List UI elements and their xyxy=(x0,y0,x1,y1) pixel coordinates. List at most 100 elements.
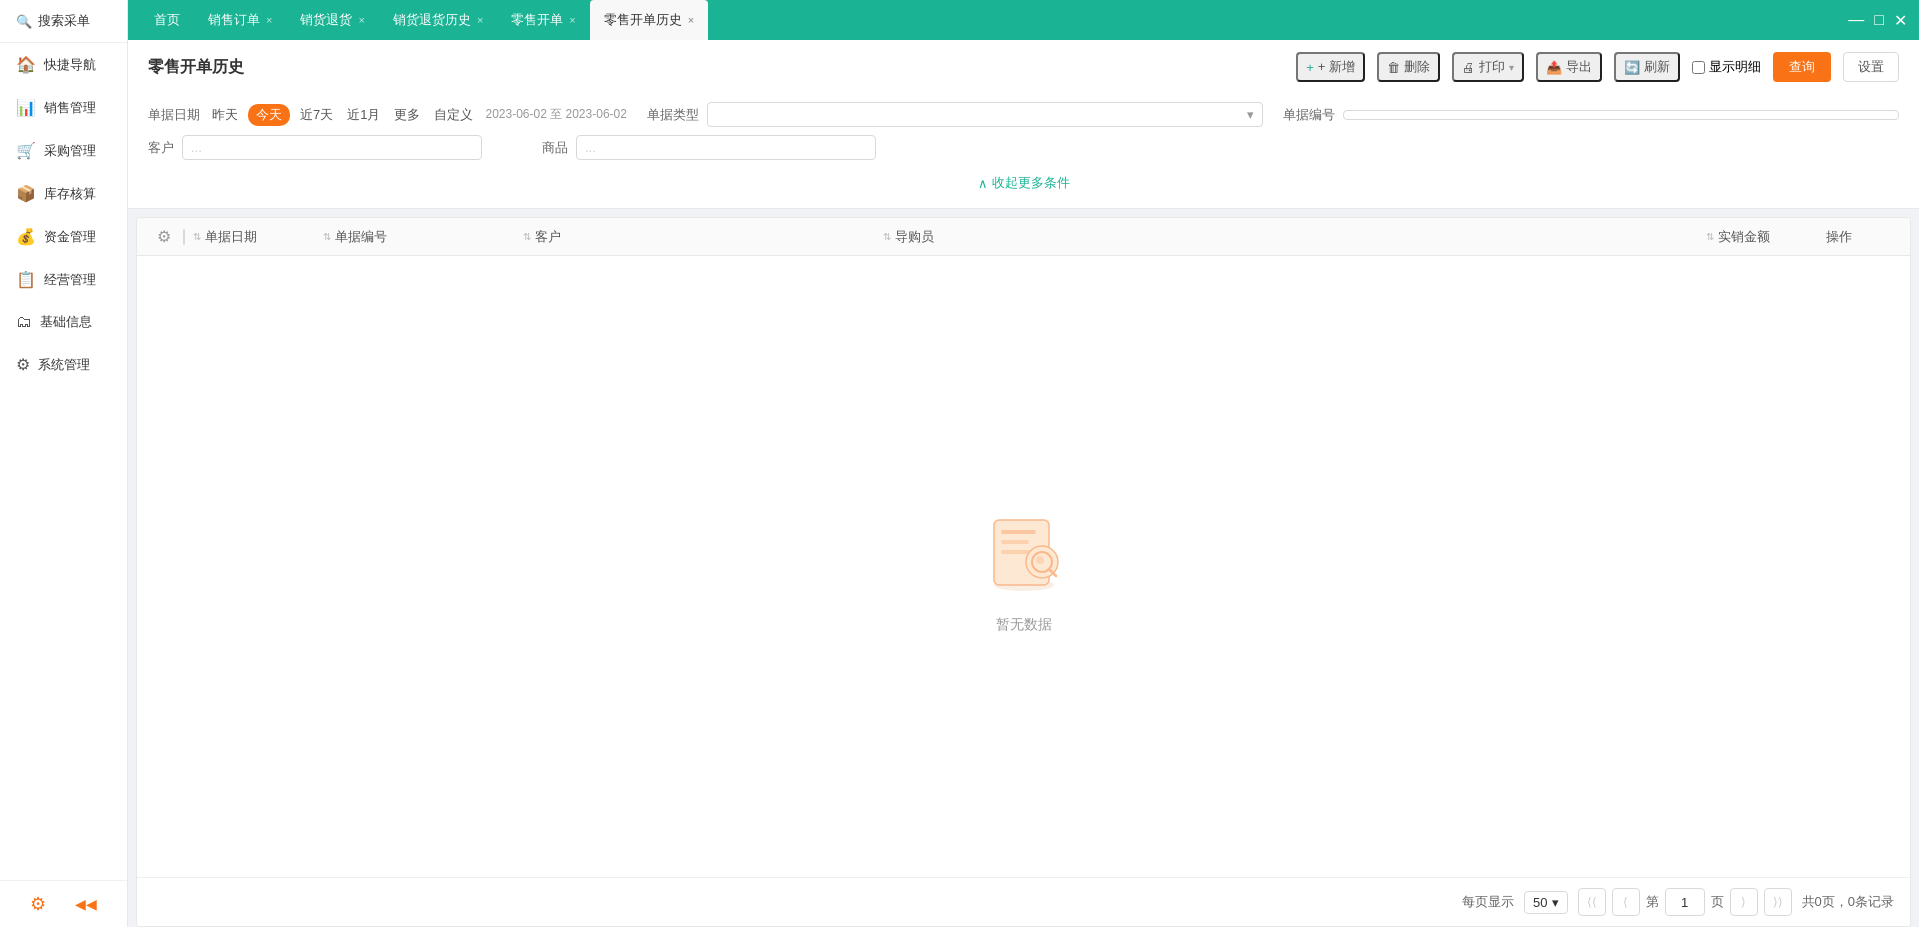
display-detail-label: 显示明细 xyxy=(1709,58,1761,76)
tab-sales-return[interactable]: 销货退货 × xyxy=(286,0,378,40)
tab-sales-return-history[interactable]: 销货退货历史 × xyxy=(379,0,497,40)
number-input[interactable] xyxy=(1343,110,1899,120)
th-number: ⇅ 单据编号 xyxy=(315,228,515,246)
money-icon: 💰 xyxy=(16,227,36,246)
sidebar-item-purchase-mgmt[interactable]: 🛒 采购管理 xyxy=(0,129,127,172)
customer-filter-label: 客户 xyxy=(148,139,174,157)
filter-customer: 客户 ... xyxy=(148,135,482,160)
cart-icon: 🛒 xyxy=(16,141,36,160)
last-page-btn[interactable]: ⟩⟩ xyxy=(1764,888,1792,916)
tab-home[interactable]: 首页 xyxy=(140,0,194,40)
sidebar-item-label: 资金管理 xyxy=(44,228,96,246)
date-today[interactable]: 今天 xyxy=(248,104,290,126)
sort-icon-number[interactable]: ⇅ xyxy=(323,231,331,242)
close-tab-retail-open-history[interactable]: × xyxy=(688,14,694,26)
delete-icon: 🗑 xyxy=(1387,60,1400,75)
sidebar-search[interactable]: 🔍 搜索采单 xyxy=(0,0,127,43)
print-dropdown-icon: ▾ xyxy=(1509,62,1514,73)
chart-icon: 📊 xyxy=(16,98,36,117)
sort-icon-salesperson[interactable]: ⇅ xyxy=(883,231,891,242)
close-tab-sales-return-history[interactable]: × xyxy=(477,14,483,26)
type-filter-label: 单据类型 xyxy=(647,106,699,124)
collapse-up-icon: ∧ xyxy=(978,176,988,191)
per-page-value: 50 xyxy=(1533,895,1547,910)
query-button[interactable]: 查询 xyxy=(1773,52,1831,82)
svg-point-8 xyxy=(1036,556,1044,564)
page-number-input[interactable] xyxy=(1665,888,1705,916)
sidebar-item-operations[interactable]: 📋 经营管理 xyxy=(0,258,127,301)
prev-page-btn[interactable]: ⟨ xyxy=(1612,888,1640,916)
date-custom[interactable]: 自定义 xyxy=(430,104,477,126)
date-range-text: 2023-06-02 至 2023-06-02 xyxy=(485,106,626,123)
sidebar-item-inventory[interactable]: 📦 库存核算 xyxy=(0,172,127,215)
date-yesterday[interactable]: 昨天 xyxy=(208,104,242,126)
date-more[interactable]: 更多 xyxy=(390,104,424,126)
window-max-btn[interactable]: □ xyxy=(1874,11,1884,29)
content-area: 零售开单历史 + + 新增 🗑 删除 🖨 打印 ▾ xyxy=(128,40,1919,927)
sidebar: 🔍 搜索采单 🏠 快捷导航 📊 销售管理 🛒 采购管理 📦 库存核算 💰 资金管… xyxy=(0,0,128,927)
empty-state: 暂无数据 xyxy=(137,256,1910,877)
page-header: 零售开单历史 + + 新增 🗑 删除 🖨 打印 ▾ xyxy=(128,40,1919,209)
tab-retail-open-history[interactable]: 零售开单历史 × xyxy=(590,0,708,40)
pagination: 每页显示 50 ▾ ⟨⟨ ⟨ 第 页 ⟩ ⟩⟩ 共0页，0条记录 xyxy=(137,877,1910,926)
page-actions: + + 新增 🗑 删除 🖨 打印 ▾ 📤 导出 xyxy=(1296,52,1899,82)
tab-sales-order[interactable]: 销售订单 × xyxy=(194,0,286,40)
sidebar-item-quick-nav[interactable]: 🏠 快捷导航 xyxy=(0,43,127,86)
close-tab-retail-open[interactable]: × xyxy=(569,14,575,26)
tab-retail-open-history-label: 零售开单历史 xyxy=(604,11,682,29)
th-salesperson-label: 导购员 xyxy=(895,228,934,246)
sidebar-item-finance[interactable]: 💰 资金管理 xyxy=(0,215,127,258)
tab-retail-open[interactable]: 零售开单 × xyxy=(497,0,589,40)
sort-icon-amount[interactable]: ⇅ xyxy=(1706,231,1714,242)
page-suffix: 页 xyxy=(1711,893,1724,911)
sidebar-item-basic-info[interactable]: 🗂 基础信息 xyxy=(0,301,127,343)
customer-input[interactable]: ... xyxy=(182,135,482,160)
display-detail-toggle[interactable]: 显示明细 xyxy=(1692,58,1761,76)
date-1month[interactable]: 近1月 xyxy=(343,104,384,126)
th-date-label: 单据日期 xyxy=(205,228,257,246)
collapse-btn[interactable]: ∧ 收起更多条件 xyxy=(970,170,1078,196)
close-tab-sales-return[interactable]: × xyxy=(358,14,364,26)
delete-button[interactable]: 🗑 删除 xyxy=(1377,52,1440,82)
folder-icon: 🗂 xyxy=(16,313,32,331)
window-controls: — □ ✕ xyxy=(1848,11,1907,30)
date-7days[interactable]: 近7天 xyxy=(296,104,337,126)
collapse-sidebar-btn[interactable]: ◀◀ xyxy=(75,896,97,912)
sort-icon-date[interactable]: ⇅ xyxy=(193,231,201,242)
refresh-button[interactable]: 🔄 刷新 xyxy=(1614,52,1680,82)
window-min-btn[interactable]: — xyxy=(1848,11,1864,29)
settings-icon-btn[interactable]: ⚙ xyxy=(30,893,46,915)
sidebar-item-sys-mgmt[interactable]: ⚙ 系统管理 xyxy=(0,343,127,386)
sidebar-item-sales-mgmt[interactable]: 📊 销售管理 xyxy=(0,86,127,129)
display-detail-checkbox[interactable] xyxy=(1692,61,1705,74)
window-close-btn[interactable]: ✕ xyxy=(1894,11,1907,30)
tab-sales-order-label: 销售订单 xyxy=(208,11,260,29)
filter-area: 单据日期 昨天 今天 近7天 近1月 更多 自定义 2023-06-02 至 2… xyxy=(148,94,1899,208)
per-page-select[interactable]: 50 ▾ xyxy=(1524,891,1567,914)
add-button[interactable]: + + 新增 xyxy=(1296,52,1365,82)
close-tab-sales-order[interactable]: × xyxy=(266,14,272,26)
type-select[interactable]: ▾ xyxy=(707,102,1263,127)
print-button[interactable]: 🖨 打印 ▾ xyxy=(1452,52,1524,82)
delete-label: 删除 xyxy=(1404,58,1430,76)
th-date: ⇅ 单据日期 xyxy=(185,228,315,246)
svg-rect-2 xyxy=(1001,530,1036,534)
goods-placeholder: ... xyxy=(585,140,596,155)
next-page-btn[interactable]: ⟩ xyxy=(1730,888,1758,916)
page-title-row: 零售开单历史 + + 新增 🗑 删除 🖨 打印 ▾ xyxy=(148,52,1899,82)
number-filter-label: 单据编号 xyxy=(1283,106,1335,124)
export-button[interactable]: 📤 导出 xyxy=(1536,52,1602,82)
table-settings-icon[interactable]: ⚙ xyxy=(157,227,171,246)
sidebar-bottom: ⚙ ◀◀ xyxy=(0,880,127,927)
print-label: 打印 xyxy=(1479,58,1505,76)
main-content: 首页 销售订单 × 销货退货 × 销货退货历史 × 零售开单 × 零售开单历史 … xyxy=(128,0,1919,927)
sidebar-item-label: 系统管理 xyxy=(38,356,90,374)
home-icon: 🏠 xyxy=(16,55,36,74)
sort-icon-customer[interactable]: ⇅ xyxy=(523,231,531,242)
print-icon: 🖨 xyxy=(1462,60,1475,75)
export-label: 导出 xyxy=(1566,58,1592,76)
filter-type: 单据类型 ▾ xyxy=(647,102,1263,127)
goods-input[interactable]: ... xyxy=(576,135,876,160)
settings-button[interactable]: 设置 xyxy=(1843,52,1899,82)
first-page-btn[interactable]: ⟨⟨ xyxy=(1578,888,1606,916)
